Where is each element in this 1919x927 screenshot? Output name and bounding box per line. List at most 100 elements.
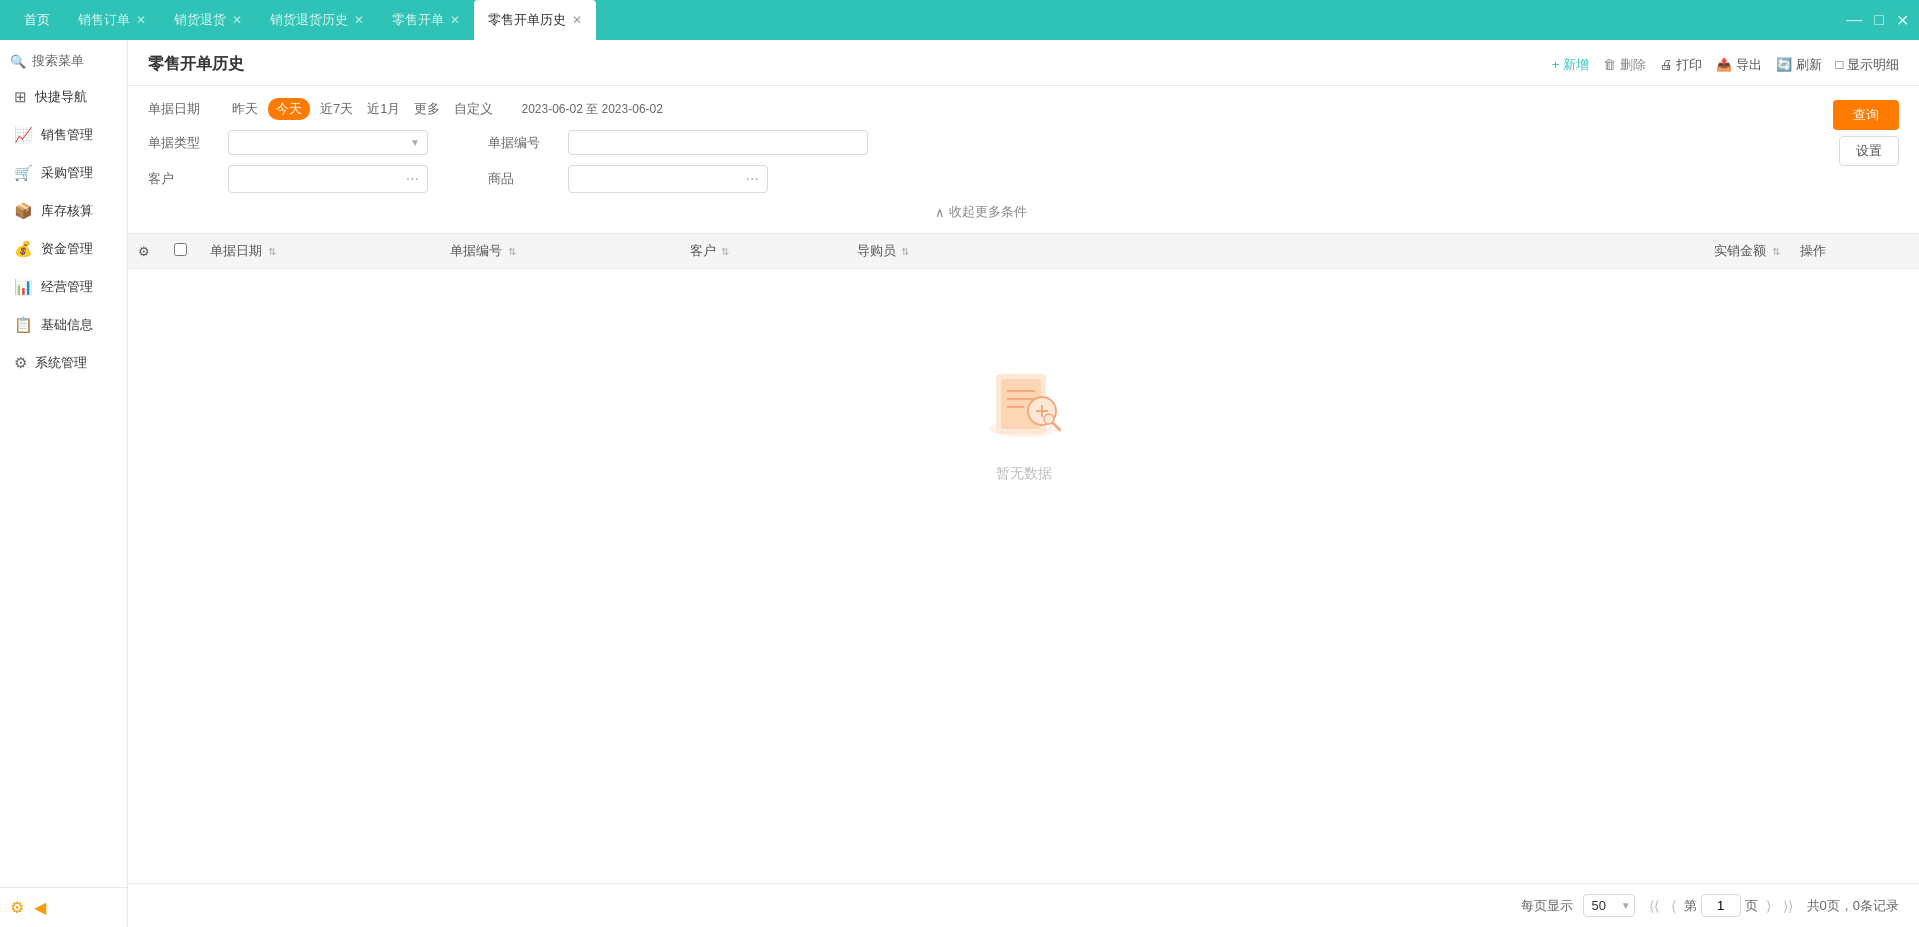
- number-input[interactable]: [577, 135, 859, 150]
- minimize-btn[interactable]: —: [1846, 11, 1862, 30]
- pagination-total: 共0页，0条记录: [1807, 897, 1899, 915]
- page-title: 零售开单历史: [148, 54, 244, 75]
- customer-input[interactable]: [237, 172, 406, 187]
- date-opt-last7[interactable]: 近7天: [316, 98, 357, 120]
- sidebar-item-sys-mgmt[interactable]: ⚙ 系统管理: [0, 344, 127, 382]
- add-button[interactable]: + 新增: [1552, 56, 1589, 74]
- data-table: ⚙ 单据日期 ⇅ 单据编号 ⇅ 客户 ⇅: [128, 234, 1919, 269]
- close-btn[interactable]: ✕: [1896, 11, 1909, 30]
- filter-row-type: 单据类型 ▼ 单据编号: [148, 130, 1813, 155]
- tab-retail-open[interactable]: 零售开单 ✕: [378, 0, 474, 40]
- query-button[interactable]: 查询: [1833, 100, 1899, 130]
- th-number[interactable]: 单据编号 ⇅: [440, 234, 680, 269]
- top-tabbar: 首页 销售订单 ✕ 销货退货 ✕ 销货退货历史 ✕ 零售开单 ✕ 零售开单历史 …: [0, 0, 1919, 40]
- tab-close-retail-open-history[interactable]: ✕: [572, 13, 582, 27]
- sidebar: 🔍 搜索菜单 ⊞ 快捷导航 📈 销售管理 🛒 采购管理 📦 库存核算 💰 资金管…: [0, 40, 128, 927]
- date-opt-today[interactable]: 今天: [268, 98, 310, 120]
- page-number-input[interactable]: [1701, 894, 1741, 917]
- th-check[interactable]: [164, 234, 200, 269]
- goods-dots-btn[interactable]: ···: [746, 170, 759, 188]
- goods-input[interactable]: [577, 172, 746, 187]
- filter-area: 单据日期 昨天 今天 近7天 近1月 更多 自定义 2023-06-02 至 2…: [128, 86, 1919, 234]
- filter-settings-button[interactable]: 设置: [1839, 136, 1899, 166]
- number-filter-label: 单据编号: [488, 134, 548, 152]
- tab-close-retail-open[interactable]: ✕: [450, 13, 460, 27]
- customer-dots-btn[interactable]: ···: [406, 170, 419, 188]
- pagination-bar: 每页显示 50 10 20 100 ▼ ⟨⟨ ⟨ 第 页 ⟩ ⟩⟩ 共0页，0条…: [128, 883, 1919, 927]
- refresh-button[interactable]: 🔄 刷新: [1776, 56, 1822, 74]
- date-opt-last-month[interactable]: 近1月: [363, 98, 404, 120]
- th-spacer: [1050, 234, 1550, 269]
- tab-sales-return-history[interactable]: 销货退货历史 ✕: [256, 0, 378, 40]
- th-amount[interactable]: 实销金额 ⇅: [1550, 234, 1790, 269]
- sidebar-item-inventory[interactable]: 📦 库存核算: [0, 192, 127, 230]
- pagination-nav: ⟨⟨ ⟨ 第 页 ⟩ ⟩⟩: [1645, 894, 1797, 917]
- empty-illustration: [974, 349, 1074, 449]
- th-operation: 操作: [1790, 234, 1919, 269]
- date-filter-label: 单据日期: [148, 100, 208, 118]
- inventory-icon: 📦: [14, 202, 33, 220]
- th-guide[interactable]: 导购员 ⇅: [847, 234, 1050, 269]
- prev-page-btn[interactable]: ⟨: [1667, 896, 1680, 916]
- page-suffix-label: 页: [1745, 897, 1758, 915]
- customer-filter-label: 客户: [148, 170, 208, 188]
- per-page-select[interactable]: 50 10 20 100: [1583, 894, 1635, 917]
- tab-sales-order[interactable]: 销售订单 ✕: [64, 0, 160, 40]
- sidebar-item-sales-mgmt[interactable]: 📈 销售管理: [0, 116, 127, 154]
- settings-bottom-icon[interactable]: ⚙: [10, 898, 24, 917]
- tab-sales-return[interactable]: 销货退货 ✕: [160, 0, 256, 40]
- sidebar-search[interactable]: 🔍 搜索菜单: [0, 40, 127, 78]
- tab-retail-open-history[interactable]: 零售开单历史 ✕: [474, 0, 596, 40]
- empty-text: 暂无数据: [996, 465, 1052, 483]
- date-opt-more[interactable]: 更多: [410, 98, 444, 120]
- sys-mgmt-icon: ⚙: [14, 354, 27, 372]
- delete-button[interactable]: 🗑 删除: [1603, 56, 1646, 74]
- toolbar: + 新增 🗑 删除 🖨 打印 📤 导出 🔄 刷新 □ 显示明细: [1552, 56, 1899, 74]
- th-settings[interactable]: ⚙: [128, 234, 164, 269]
- tab-home[interactable]: 首页: [10, 0, 64, 40]
- per-page-label: 每页显示: [1521, 897, 1573, 915]
- last-page-btn[interactable]: ⟩⟩: [1779, 896, 1797, 916]
- filter-row-customer: 客户 ··· 商品 ···: [148, 165, 1813, 193]
- collapse-btn[interactable]: ∧ 收起更多条件: [148, 203, 1813, 221]
- th-customer[interactable]: 客户 ⇅: [680, 234, 847, 269]
- goods-filter-label: 商品: [488, 170, 548, 188]
- date-opt-custom[interactable]: 自定义: [450, 98, 497, 120]
- sidebar-item-operations[interactable]: 📊 经营管理: [0, 268, 127, 306]
- collapse-sidebar-icon[interactable]: ◀: [34, 898, 46, 917]
- tab-close-sales-return[interactable]: ✕: [232, 13, 242, 27]
- sort-guide-icon: ⇅: [901, 246, 909, 257]
- sidebar-item-finance[interactable]: 💰 资金管理: [0, 230, 127, 268]
- sort-customer-icon: ⇅: [721, 246, 729, 257]
- table-area: ⚙ 单据日期 ⇅ 单据编号 ⇅ 客户 ⇅: [128, 234, 1919, 883]
- type-filter-label: 单据类型: [148, 134, 208, 152]
- operations-icon: 📊: [14, 278, 33, 296]
- first-page-btn[interactable]: ⟨⟨: [1645, 896, 1663, 916]
- date-options: 昨天 今天 近7天 近1月 更多 自定义: [228, 98, 497, 120]
- sales-mgmt-icon: 📈: [14, 126, 33, 144]
- tab-close-sales-order[interactable]: ✕: [136, 13, 146, 27]
- sort-number-icon: ⇅: [508, 246, 516, 257]
- tab-close-sales-return-history[interactable]: ✕: [354, 13, 364, 27]
- sidebar-bottom: ⚙ ◀: [0, 887, 127, 927]
- display-detail-button[interactable]: □ 显示明细: [1836, 56, 1899, 74]
- sort-date-icon: ⇅: [268, 246, 276, 257]
- number-input-wrap: [568, 130, 868, 155]
- sidebar-item-purchase-mgmt[interactable]: 🛒 采购管理: [0, 154, 127, 192]
- sort-amount-icon: ⇅: [1772, 246, 1780, 257]
- sidebar-item-quick-nav[interactable]: ⊞ 快捷导航: [0, 78, 127, 116]
- export-button[interactable]: 📤 导出: [1716, 56, 1762, 74]
- th-date[interactable]: 单据日期 ⇅: [200, 234, 440, 269]
- goods-input-wrap: ···: [568, 165, 768, 193]
- date-opt-yesterday[interactable]: 昨天: [228, 98, 262, 120]
- sidebar-item-base-info[interactable]: 📋 基础信息: [0, 306, 127, 344]
- empty-state: 暂无数据: [128, 269, 1919, 523]
- content-area: 零售开单历史 + 新增 🗑 删除 🖨 打印 📤 导出 🔄 刷新 □ 显示明细 单…: [128, 40, 1919, 927]
- select-all-checkbox[interactable]: [174, 243, 187, 256]
- type-select[interactable]: [228, 130, 428, 155]
- maximize-btn[interactable]: □: [1874, 11, 1884, 30]
- next-page-btn[interactable]: ⟩: [1762, 896, 1775, 916]
- print-button[interactable]: 🖨 打印: [1660, 56, 1703, 74]
- customer-input-wrap: ···: [228, 165, 428, 193]
- type-select-wrap: ▼: [228, 130, 428, 155]
